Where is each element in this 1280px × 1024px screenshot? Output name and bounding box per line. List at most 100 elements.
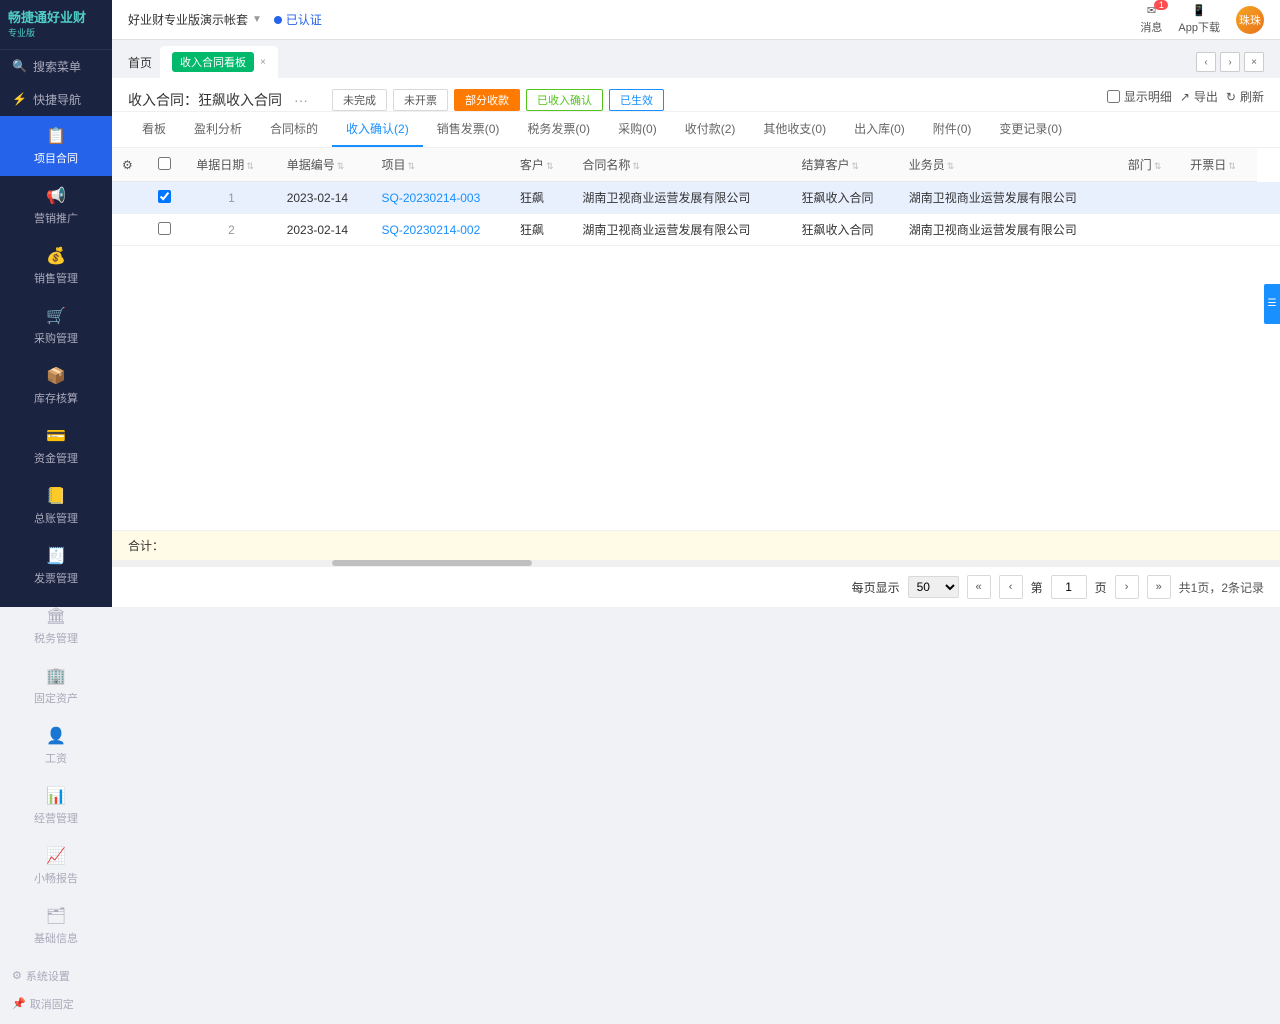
sort-icon-project: ⇅ bbox=[408, 161, 416, 171]
sidebar-item-invoice[interactable]: 🧾发票管理 bbox=[0, 536, 112, 596]
topbar: 好业财专业版演示帐套 ▼ 已认证 ✉ 1 消息 📱 App下载 珠珠 bbox=[112, 0, 1280, 40]
row-order-date: 2023-02-14 bbox=[277, 214, 372, 246]
show-detail-input[interactable] bbox=[1107, 90, 1120, 103]
inner-tab-change-log[interactable]: 变更记录(0) bbox=[985, 112, 1076, 147]
inner-tab-other-income[interactable]: 其他收支(0) bbox=[749, 112, 840, 147]
table-row[interactable]: 22023-02-14SQ-20230214-002狂飙湖南卫视商业运营发展有限… bbox=[112, 214, 1280, 246]
search-menu-item[interactable]: 🔍 搜索菜单 bbox=[0, 50, 112, 83]
sidebar-bottom-pin[interactable]: 📌 取消固定 bbox=[8, 992, 104, 1016]
status-btn-not-complete[interactable]: 未完成 bbox=[332, 89, 387, 111]
col-label-department: 部门 bbox=[1128, 158, 1152, 172]
quick-nav-item[interactable]: ⚡ 快捷导航 bbox=[0, 83, 112, 116]
refresh-icon: ↻ bbox=[1226, 90, 1236, 104]
last-page-button[interactable]: » bbox=[1147, 575, 1171, 599]
col-header-order_no[interactable]: 单据编号⇅ bbox=[277, 148, 372, 182]
tab-next-button[interactable]: › bbox=[1220, 52, 1240, 72]
sidebar-label-finance: 资金管理 bbox=[34, 450, 78, 466]
topbar-right: ✉ 1 消息 📱 App下载 珠珠 bbox=[1140, 4, 1264, 35]
refresh-button[interactable]: ↻ 刷新 bbox=[1226, 88, 1264, 105]
sidebar-item-purchase[interactable]: 🛒采购管理 bbox=[0, 296, 112, 356]
col-header-customer[interactable]: 客户⇅ bbox=[510, 148, 572, 182]
settings-gear-icon[interactable]: ⚙ bbox=[122, 158, 133, 172]
status-btn-effective[interactable]: 已生效 bbox=[609, 89, 664, 111]
page-title: 收入合同：狂飙收入合同 bbox=[128, 90, 282, 110]
tab-close-all-button[interactable]: × bbox=[1244, 52, 1264, 72]
sidebar-icon-basic-info: 🗂 bbox=[46, 906, 66, 926]
export-button[interactable]: ↗ 导出 bbox=[1180, 88, 1218, 105]
sidebar-item-general-ledger[interactable]: 📒总账管理 bbox=[0, 476, 112, 536]
col-header-salesperson[interactable]: 业务员⇅ bbox=[899, 148, 1118, 182]
search-menu-label: 搜索菜单 bbox=[33, 58, 81, 75]
col-header-contract_name[interactable]: 合同名称⇅ bbox=[572, 148, 791, 182]
tab-active-label: 收入合同看板 bbox=[172, 52, 254, 72]
settings-icon: ⚙ bbox=[12, 969, 22, 982]
user-avatar[interactable]: 珠珠 bbox=[1236, 6, 1264, 34]
app-download-button[interactable]: 📱 App下载 bbox=[1178, 4, 1220, 35]
per-page-label: 每页显示 bbox=[852, 579, 900, 596]
sidebar-item-sales[interactable]: 💰销售管理 bbox=[0, 236, 112, 296]
breadcrumb-home[interactable]: 首页 bbox=[128, 54, 152, 71]
inner-tab-kanban[interactable]: 看板 bbox=[128, 112, 180, 147]
order-no-link[interactable]: SQ-20230214-002 bbox=[382, 223, 481, 237]
tab-prev-button[interactable]: ‹ bbox=[1196, 52, 1216, 72]
inner-tab-attachment[interactable]: 附件(0) bbox=[919, 112, 986, 147]
content-area: 首页 收入合同看板 × ‹ › × 收入合同：狂飙收入合同 ··· 未完成未开票… bbox=[112, 40, 1280, 607]
col-header-department[interactable]: 部门⇅ bbox=[1118, 148, 1180, 182]
row-contract-name: 狂飙收入合同 bbox=[791, 182, 898, 214]
more-options-button[interactable]: ··· bbox=[294, 92, 308, 108]
select-all-checkbox[interactable] bbox=[158, 157, 171, 170]
status-btn-not-invoiced[interactable]: 未开票 bbox=[393, 89, 448, 111]
status-btn-partial-received[interactable]: 部分收款 bbox=[454, 89, 520, 111]
row-checkbox-1[interactable] bbox=[158, 222, 171, 235]
col-header-open_date[interactable]: 开票日⇅ bbox=[1180, 148, 1256, 182]
first-page-button[interactable]: « bbox=[967, 575, 991, 599]
page-number-input[interactable] bbox=[1051, 575, 1087, 599]
sidebar-item-basic-info[interactable]: 🗂基础信息 bbox=[0, 896, 112, 956]
show-detail-checkbox[interactable]: 显示明细 bbox=[1107, 88, 1172, 105]
inner-tab-income-confirm[interactable]: 收入确认(2) bbox=[332, 112, 423, 147]
row-checkbox-0[interactable] bbox=[158, 190, 171, 203]
next-page-button[interactable]: › bbox=[1115, 575, 1139, 599]
sidebar-item-inventory[interactable]: 📦库存核算 bbox=[0, 356, 112, 416]
col-header-order_date[interactable]: 单据日期⇅ bbox=[186, 148, 276, 182]
sidebar-icon-fixed-assets: 🏢 bbox=[46, 666, 66, 686]
sidebar-item-marketing[interactable]: 📢营销推广 bbox=[0, 176, 112, 236]
status-btn-confirmed[interactable]: 已收入确认 bbox=[526, 89, 603, 111]
notification-button[interactable]: ✉ 1 消息 bbox=[1140, 4, 1162, 35]
tab-close-button[interactable]: × bbox=[260, 57, 266, 68]
col-label-project: 项目 bbox=[382, 158, 406, 172]
inner-tab-tax-invoice[interactable]: 税务发票(0) bbox=[513, 112, 604, 147]
order-no-link[interactable]: SQ-20230214-003 bbox=[382, 191, 481, 205]
sort-icon-salesperson: ⇅ bbox=[947, 161, 955, 171]
active-tab[interactable]: 收入合同看板 × bbox=[160, 46, 278, 78]
sidebar-label-hr: 工资 bbox=[45, 750, 67, 766]
inner-tab-purchase[interactable]: 采购(0) bbox=[604, 112, 671, 147]
inner-tab-payment[interactable]: 收付款(2) bbox=[671, 112, 750, 147]
sidebar-icon-sales: 💰 bbox=[46, 246, 66, 266]
inner-tab-profit[interactable]: 盈利分析 bbox=[180, 112, 256, 147]
inner-tab-in-out-store[interactable]: 出入库(0) bbox=[840, 112, 919, 147]
refresh-label: 刷新 bbox=[1240, 88, 1264, 105]
row-contract-name: 狂飙收入合同 bbox=[791, 214, 898, 246]
row-department bbox=[1180, 214, 1256, 246]
right-panel-toggle[interactable]: ☰ bbox=[1264, 284, 1280, 324]
sidebar-label-invoice: 发票管理 bbox=[34, 570, 78, 586]
prev-page-button[interactable]: ‹ bbox=[999, 575, 1023, 599]
sidebar-item-ops[interactable]: 📊经营管理 bbox=[0, 776, 112, 836]
company-selector[interactable]: 好业财专业版演示帐套 ▼ bbox=[128, 11, 262, 28]
col-header-client_customer[interactable]: 结算客户⇅ bbox=[791, 148, 898, 182]
sidebar-item-finance[interactable]: 💳资金管理 bbox=[0, 416, 112, 476]
sidebar-bottom-settings[interactable]: ⚙ 系统设置 bbox=[8, 964, 104, 988]
pin-icon: 📌 bbox=[12, 997, 26, 1010]
page-size-select[interactable]: 2050100 bbox=[908, 576, 959, 598]
col-header-project[interactable]: 项目⇅ bbox=[372, 148, 510, 182]
sidebar-item-project-contract[interactable]: 📋项目合同 bbox=[0, 116, 112, 176]
sidebar-item-fixed-assets[interactable]: 🏢固定资产 bbox=[0, 656, 112, 716]
inner-tab-contract-standard[interactable]: 合同标的 bbox=[256, 112, 332, 147]
inner-tab-sales-invoice[interactable]: 销售发票(0) bbox=[423, 112, 514, 147]
sidebar-item-reports[interactable]: 📈小畅报告 bbox=[0, 836, 112, 896]
sidebar-item-tax[interactable]: 🏛税务管理 bbox=[0, 596, 112, 656]
table-row[interactable]: 12023-02-14SQ-20230214-003狂飙湖南卫视商业运营发展有限… bbox=[112, 182, 1280, 214]
sidebar-item-hr[interactable]: 👤工资 bbox=[0, 716, 112, 776]
table-container[interactable]: ⚙单据日期⇅单据编号⇅项目⇅客户⇅合同名称⇅结算客户⇅业务员⇅部门⇅开票日⇅ 1… bbox=[112, 148, 1280, 530]
